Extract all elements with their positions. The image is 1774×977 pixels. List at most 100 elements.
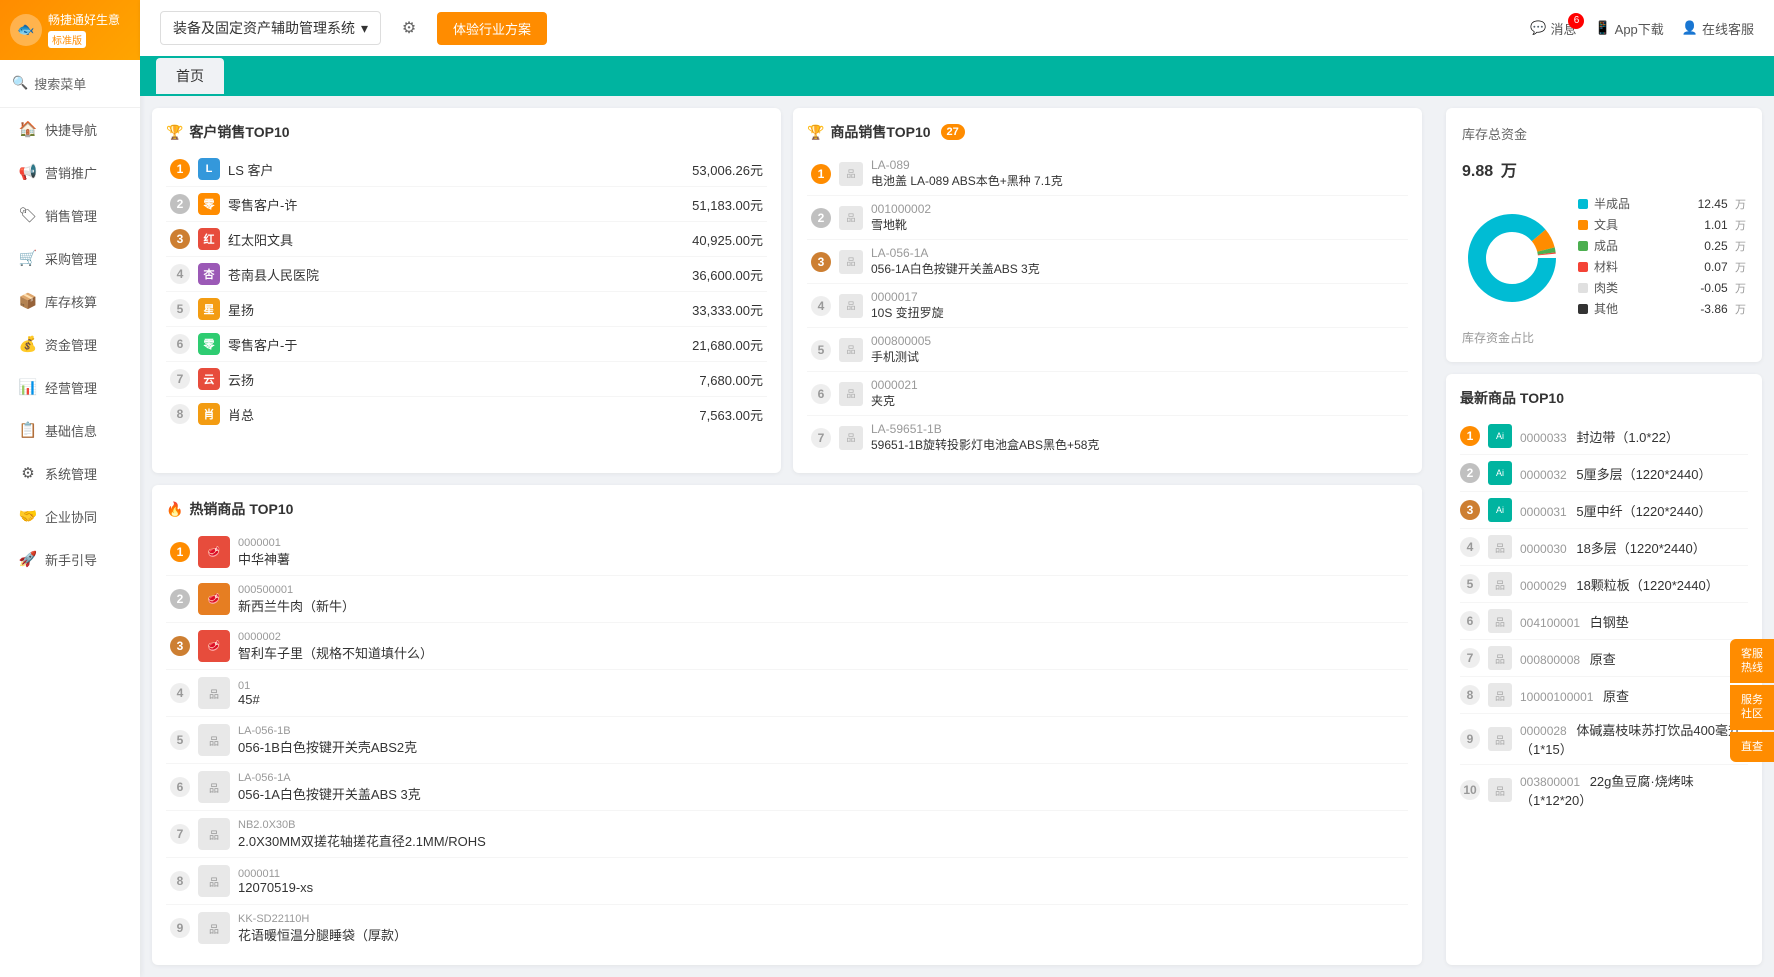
product-info: 003800001 22g鱼豆腐·烧烤味（1*12*20） (1520, 771, 1748, 809)
product-icon: 品 (839, 294, 863, 318)
rank-number: 3 (170, 229, 190, 249)
product-name: 056-1A白色按键开关盖ABS 3克 (871, 260, 1404, 277)
list-item: 6 品 004100001 白钢垫 (1460, 603, 1748, 640)
product-thumbnail: 🥩 (198, 536, 230, 568)
sidebar-item-sales[interactable]: 🏷 销售管理 (0, 194, 140, 237)
inventory-icon: 📦 (19, 292, 37, 310)
product-icon: 品 (1488, 646, 1512, 670)
product-info: LA-056-1B 056-1B白色按键开关壳ABS2克 (238, 725, 1404, 756)
product-name: 5厘中纤（1220*2440） (1576, 504, 1711, 519)
new-products-card: 最新商品 TOP10 1 Ai 0000033 封边带（1.0*22） 2 Ai… (1446, 374, 1762, 965)
product-ranking-title: 🏆 商品销售TOP10 27 (807, 122, 1408, 142)
sidebar-item-guide[interactable]: 🚀 新手引导 (0, 538, 140, 581)
avatar: 零 (198, 193, 220, 215)
legend-value: 1.01 万 (1704, 217, 1746, 233)
rank-number: 1 (170, 159, 190, 179)
product-icon: 品 (1488, 778, 1512, 802)
rank-number: 6 (170, 334, 190, 354)
sidebar-item-marketing[interactable]: 📢 营销推广 (0, 151, 140, 194)
product-info: 0000033 封边带（1.0*22） (1520, 427, 1748, 446)
product-name: 白钢垫 (1590, 615, 1629, 630)
purchase-icon: 🛒 (19, 249, 37, 267)
sidebar-label-marketing: 营销推广 (45, 163, 97, 182)
online-service-btn[interactable]: 👤 在线客服 (1682, 19, 1754, 38)
sidebar-search-section[interactable]: 🔍 搜索菜单 (0, 60, 140, 108)
product-info: 0000030 18多层（1220*2440） (1520, 538, 1748, 557)
product-thumbnail: 品 (198, 818, 230, 850)
product-info: LA-59651-1B 59651-1B旋转投影灯电池盒ABS黑色+58克 (871, 422, 1404, 453)
sidebar-item-finance[interactable]: 💰 资金管理 (0, 323, 140, 366)
float-service-community-btn[interactable]: 服务 社区 (1730, 685, 1774, 730)
product-icon: 品 (839, 162, 863, 186)
product-icon: 品 (839, 426, 863, 450)
list-item: 2 Ai 0000032 5厘多层（1220*2440） (1460, 455, 1748, 492)
rank-number: 6 (1460, 611, 1480, 631)
rank-number: 6 (170, 777, 190, 797)
list-item: 8 品 10000100001 原查 (1460, 677, 1748, 714)
rank-number: 1 (170, 542, 190, 562)
content-area: 🏆 客户销售TOP10 1 L LS 客户 53,006.26元 2 零 零售客… (140, 96, 1774, 977)
sidebar-label-sales: 销售管理 (45, 206, 97, 225)
sidebar-item-system[interactable]: ⚙ 系统管理 (0, 452, 140, 495)
sidebar-item-basic[interactable]: 📋 基础信息 (0, 409, 140, 452)
rank-number: 6 (811, 384, 831, 404)
list-item: 3 Ai 0000031 5厘中纤（1220*2440） (1460, 492, 1748, 529)
settings-button[interactable]: ⚙ (393, 12, 425, 44)
avatar: 星 (198, 298, 220, 320)
sidebar-item-quick-nav[interactable]: 🏠 快捷导航 (0, 108, 140, 151)
app-download-btn[interactable]: 📱 App下载 (1594, 19, 1663, 38)
sidebar-item-purchase[interactable]: 🛒 采购管理 (0, 237, 140, 280)
sidebar: 🐟 畅捷通好生意 标准版 🔍 搜索菜单 🏠 快捷导航 📢 营销推广 🏷 销售管理… (0, 0, 140, 977)
float-direct-btn[interactable]: 直查 (1730, 732, 1774, 762)
product-info: LA-056-1A 056-1A白色按键开关盖ABS 3克 (238, 772, 1404, 803)
product-info: 000500001 新西兰牛肉（新牛） (238, 584, 1404, 615)
product-code: 0000033 (1520, 431, 1567, 445)
float-customer-service-btn[interactable]: 客服 热线 (1730, 639, 1774, 684)
system-name: 装备及固定资产辅助管理系统 (173, 18, 355, 38)
product-code: 0000031 (1520, 505, 1567, 519)
table-row: 1 L LS 客户 53,006.26元 (166, 152, 767, 187)
customer-amount: 33,333.00元 (692, 300, 763, 319)
product-info: 0000011 12070519-xs (238, 868, 1404, 895)
sidebar-item-cooperate[interactable]: 🤝 企业协同 (0, 495, 140, 538)
inventory-title: 库存总资金 (1462, 124, 1746, 143)
customer-name: 零售客户-许 (228, 195, 684, 214)
sidebar-item-operation[interactable]: 📊 经营管理 (0, 366, 140, 409)
customer-name: 云扬 (228, 370, 691, 389)
search-menu-btn[interactable]: 🔍 搜索菜单 (12, 70, 128, 97)
customer-ranking-card: 🏆 客户销售TOP10 1 L LS 客户 53,006.26元 2 零 零售客… (152, 108, 781, 473)
rank-number: 2 (811, 208, 831, 228)
list-item: 5 品 0000029 18颗粒板（1220*2440） (1460, 566, 1748, 603)
system-selector[interactable]: 装备及固定资产辅助管理系统 ▾ (160, 11, 381, 45)
product-name: 056-1B白色按键开关壳ABS2克 (238, 737, 1404, 756)
customer-name: 红太阳文具 (228, 230, 684, 249)
product-name: 夹克 (871, 392, 1404, 409)
product-code: 01 (238, 680, 1404, 692)
top-header: 装备及固定资产辅助管理系统 ▾ ⚙ 体验行业方案 💬 消息 6 📱 App下载 … (140, 0, 1774, 56)
legend-dot (1578, 304, 1588, 314)
header-right: 💬 消息 6 📱 App下载 👤 在线客服 (1530, 19, 1754, 38)
customer-amount: 7,563.00元 (699, 405, 763, 424)
rank-number: 5 (1460, 574, 1480, 594)
legend-dot (1578, 283, 1588, 293)
message-icon: 💬 (1530, 20, 1546, 36)
product-code: LA-056-1B (238, 725, 1404, 737)
right-panel: 库存总资金 9.88 万 半成品 1 (1434, 96, 1774, 977)
trial-button[interactable]: 体验行业方案 (437, 12, 547, 45)
product-icon: 品 (1488, 535, 1512, 559)
product-thumbnail: 品 (198, 771, 230, 803)
sidebar-item-inventory[interactable]: 📦 库存核算 (0, 280, 140, 323)
table-row: 5 星 星扬 33,333.00元 (166, 292, 767, 327)
inventory-legend: 半成品 12.45 万 文具 1.01 万 成品 0.25 万 材料 0.07 … (1578, 195, 1746, 321)
customer-name: 肖总 (228, 405, 691, 424)
product-name: 18颗粒板（1220*2440） (1576, 578, 1718, 593)
message-btn[interactable]: 💬 消息 6 (1530, 19, 1576, 38)
basic-icon: 📋 (19, 421, 37, 439)
middle-content: 🏆 客户销售TOP10 1 L LS 客户 53,006.26元 2 零 零售客… (140, 96, 1434, 977)
inventory-amount: 9.88 万 (1462, 151, 1746, 183)
product-icon: 品 (1488, 572, 1512, 596)
tab-home[interactable]: 首页 (156, 58, 224, 94)
legend-name: 半成品 (1594, 195, 1692, 212)
list-item: 9 品 KK-SD22110H 花语暖恒温分腿睡袋（厚款） (166, 905, 1408, 951)
table-row: 5 品 000800005 手机测试 (807, 328, 1408, 372)
